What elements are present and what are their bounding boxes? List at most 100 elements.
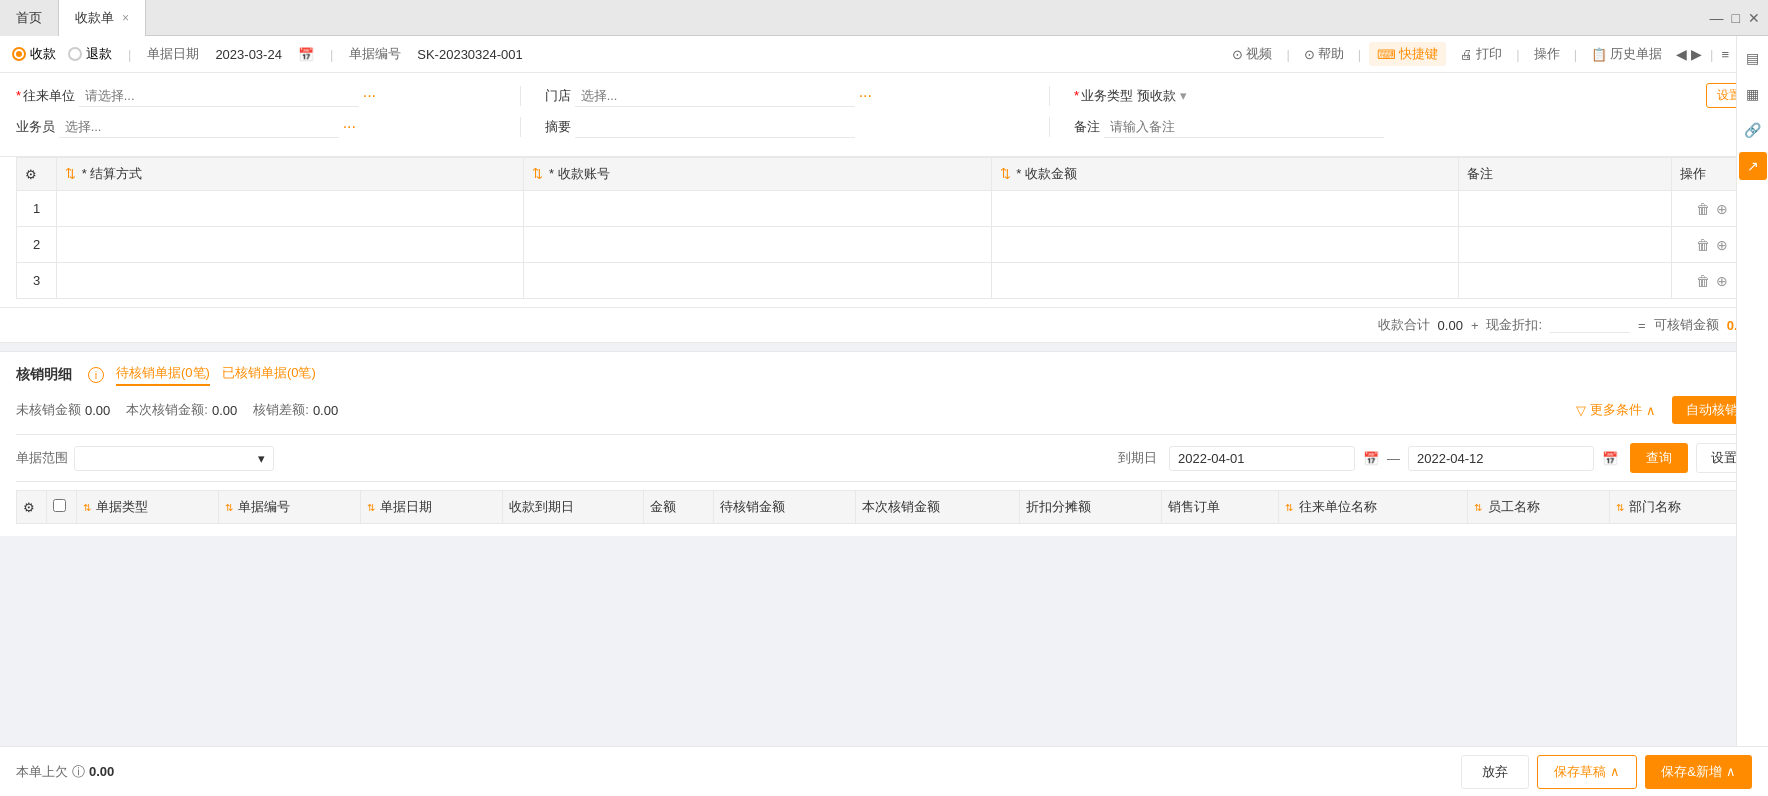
date-to-input[interactable] xyxy=(1408,446,1594,471)
unverified-value: 0.00 xyxy=(85,403,110,418)
save-new-button[interactable]: 保存&新增 ∧ xyxy=(1645,755,1752,789)
row2-payment[interactable] xyxy=(57,227,524,263)
sidebar-table-icon[interactable]: ▤ xyxy=(1739,44,1767,72)
divider2 xyxy=(1049,86,1050,106)
row2-action-icons: 🗑 ⊕ xyxy=(1680,237,1743,253)
completed-tab[interactable]: 已核销单据(0笔) xyxy=(222,364,316,386)
th-dept-label: 部门名称 xyxy=(1629,499,1681,514)
print-label: 打印 xyxy=(1476,45,1502,63)
business-type-dropdown-icon[interactable]: ▾ xyxy=(1180,88,1187,103)
th-counterpart-bottom: ⇅ 往来单位名称 xyxy=(1279,491,1468,524)
operation-btn[interactable]: 操作 xyxy=(1528,43,1566,65)
history-icon: 📋 xyxy=(1591,47,1607,62)
row2-delete-icon[interactable]: 🗑 xyxy=(1696,237,1710,253)
store-input[interactable] xyxy=(575,85,855,107)
th-doc-type-label: 单据类型 xyxy=(96,499,148,514)
row1-copy-icon[interactable]: ⊕ xyxy=(1716,201,1728,217)
row1-amount[interactable] xyxy=(991,191,1458,227)
row3-copy-icon[interactable]: ⊕ xyxy=(1716,273,1728,289)
query-button[interactable]: 查询 xyxy=(1630,443,1688,473)
verification-section: 核销明细 i 待核销单据(0笔) 已核销单据(0笔) 未核销金额 0.00 本次… xyxy=(0,351,1768,536)
more-conditions-btn[interactable]: ▽ 更多条件 ∧ xyxy=(1576,401,1656,419)
th-remark: 备注 xyxy=(1458,158,1671,191)
row1-remark[interactable] xyxy=(1458,191,1671,227)
staff-more-icon[interactable]: ··· xyxy=(343,118,356,136)
shortcut-btn[interactable]: ⌨ 快捷键 xyxy=(1369,42,1446,66)
toolbar-row: 收款 退款 | 单据日期 2023-03-24 📅 | 单据编号 SK-2023… xyxy=(0,36,1768,73)
th-settings-bottom[interactable]: ⚙ xyxy=(17,491,47,524)
counterpart-more-icon[interactable]: ··· xyxy=(363,87,376,105)
th-remark-label: 备注 xyxy=(1467,166,1493,181)
footer-actions: 放弃 保存草稿 ∧ 保存&新增 ∧ xyxy=(1461,755,1752,789)
sidebar-grid-icon[interactable]: ▦ xyxy=(1739,80,1767,108)
date-from-calendar-icon[interactable]: 📅 xyxy=(1363,451,1379,466)
discount-input[interactable] xyxy=(1550,317,1630,333)
range-field: 单据范围 ▾ xyxy=(16,446,1106,471)
row1-num: 1 xyxy=(17,191,57,227)
row2-amount[interactable] xyxy=(991,227,1458,263)
date-separator: — xyxy=(1387,451,1400,466)
video-btn[interactable]: ⊙ 视频 xyxy=(1226,43,1278,65)
remark-input[interactable] xyxy=(1104,116,1384,138)
row2-copy-icon[interactable]: ⊕ xyxy=(1716,237,1728,253)
row1-delete-icon[interactable]: 🗑 xyxy=(1696,201,1710,217)
row1-payment[interactable] xyxy=(57,191,524,227)
date-to-calendar-icon[interactable]: 📅 xyxy=(1602,451,1618,466)
info-icon[interactable]: i xyxy=(88,367,104,383)
th-discount-bottom: 折扣分摊额 xyxy=(1020,491,1161,524)
select-all-checkbox[interactable] xyxy=(53,499,66,512)
pending-tab[interactable]: 待核销单据(0笔) xyxy=(116,364,210,386)
diff-label: 核销差额: xyxy=(253,401,309,419)
counterpart-input[interactable] xyxy=(79,85,359,107)
th-counterpart-label: 往来单位名称 xyxy=(1299,499,1377,514)
th-amount-label: * 收款金额 xyxy=(1016,166,1077,181)
th-dept-bottom: ⇅ 部门名称 xyxy=(1610,491,1752,524)
section-header: 核销明细 i 待核销单据(0笔) 已核销单据(0笔) xyxy=(16,364,1752,386)
th-amount-bottom-label: 金额 xyxy=(650,499,676,514)
separator4: | xyxy=(1358,47,1361,62)
th-settings[interactable]: ⚙ xyxy=(17,158,57,191)
calendar-icon[interactable]: 📅 xyxy=(298,47,314,62)
th-payment-label: * 结算方式 xyxy=(82,166,143,181)
window-minimize-icon[interactable]: — xyxy=(1710,10,1724,26)
date-from-input[interactable] xyxy=(1169,446,1355,471)
tab-bar: 首页 收款单 × — □ ✕ xyxy=(0,0,1768,36)
radio-receive[interactable]: 收款 xyxy=(12,45,56,63)
footer-info-icon[interactable]: ⓘ xyxy=(72,763,85,781)
row3-delete-icon[interactable]: 🗑 xyxy=(1696,273,1710,289)
help-btn[interactable]: ⊙ 帮助 xyxy=(1298,43,1350,65)
store-more-icon[interactable]: ··· xyxy=(859,87,872,105)
print-btn[interactable]: 🖨 打印 xyxy=(1454,43,1508,65)
tab-active[interactable]: 收款单 × xyxy=(58,0,146,36)
save-draft-button[interactable]: 保存草稿 ∧ xyxy=(1537,755,1637,789)
tab-home[interactable]: 首页 xyxy=(0,0,58,36)
view-list-icon[interactable]: ≡ xyxy=(1721,47,1729,62)
row3-payment[interactable] xyxy=(57,263,524,299)
row2-account[interactable] xyxy=(524,227,991,263)
row1-account[interactable] xyxy=(524,191,991,227)
sidebar-expand-icon[interactable]: ↗ xyxy=(1739,152,1767,180)
summary-input[interactable] xyxy=(575,116,855,138)
nav-next-icon[interactable]: ▶ xyxy=(1691,46,1702,62)
staff-input[interactable] xyxy=(59,116,339,138)
range-select[interactable]: ▾ xyxy=(74,446,274,471)
th-sales-label: 销售订单 xyxy=(1168,499,1220,514)
history-btn[interactable]: 📋 历史单据 xyxy=(1585,43,1668,65)
row3-account[interactable] xyxy=(524,263,991,299)
table-row: 1 🗑 ⊕ xyxy=(17,191,1752,227)
save-draft-arrow: ∧ xyxy=(1610,764,1620,779)
divider4 xyxy=(1049,117,1050,137)
window-restore-icon[interactable]: □ xyxy=(1732,10,1740,26)
radio-refund[interactable]: 退款 xyxy=(68,45,112,63)
number-label: 单据编号 xyxy=(349,45,401,63)
nav-prev-icon[interactable]: ◀ xyxy=(1676,46,1687,62)
sidebar-link-icon[interactable]: 🔗 xyxy=(1739,116,1767,144)
tab-close-icon[interactable]: × xyxy=(122,11,129,25)
business-required: * xyxy=(1074,88,1079,103)
row3-remark[interactable] xyxy=(1458,263,1671,299)
window-close-icon[interactable]: ✕ xyxy=(1748,10,1760,26)
row3-amount[interactable] xyxy=(991,263,1458,299)
row2-remark[interactable] xyxy=(1458,227,1671,263)
discard-button[interactable]: 放弃 xyxy=(1461,755,1529,789)
unverified-item: 未核销金额 0.00 xyxy=(16,401,110,419)
